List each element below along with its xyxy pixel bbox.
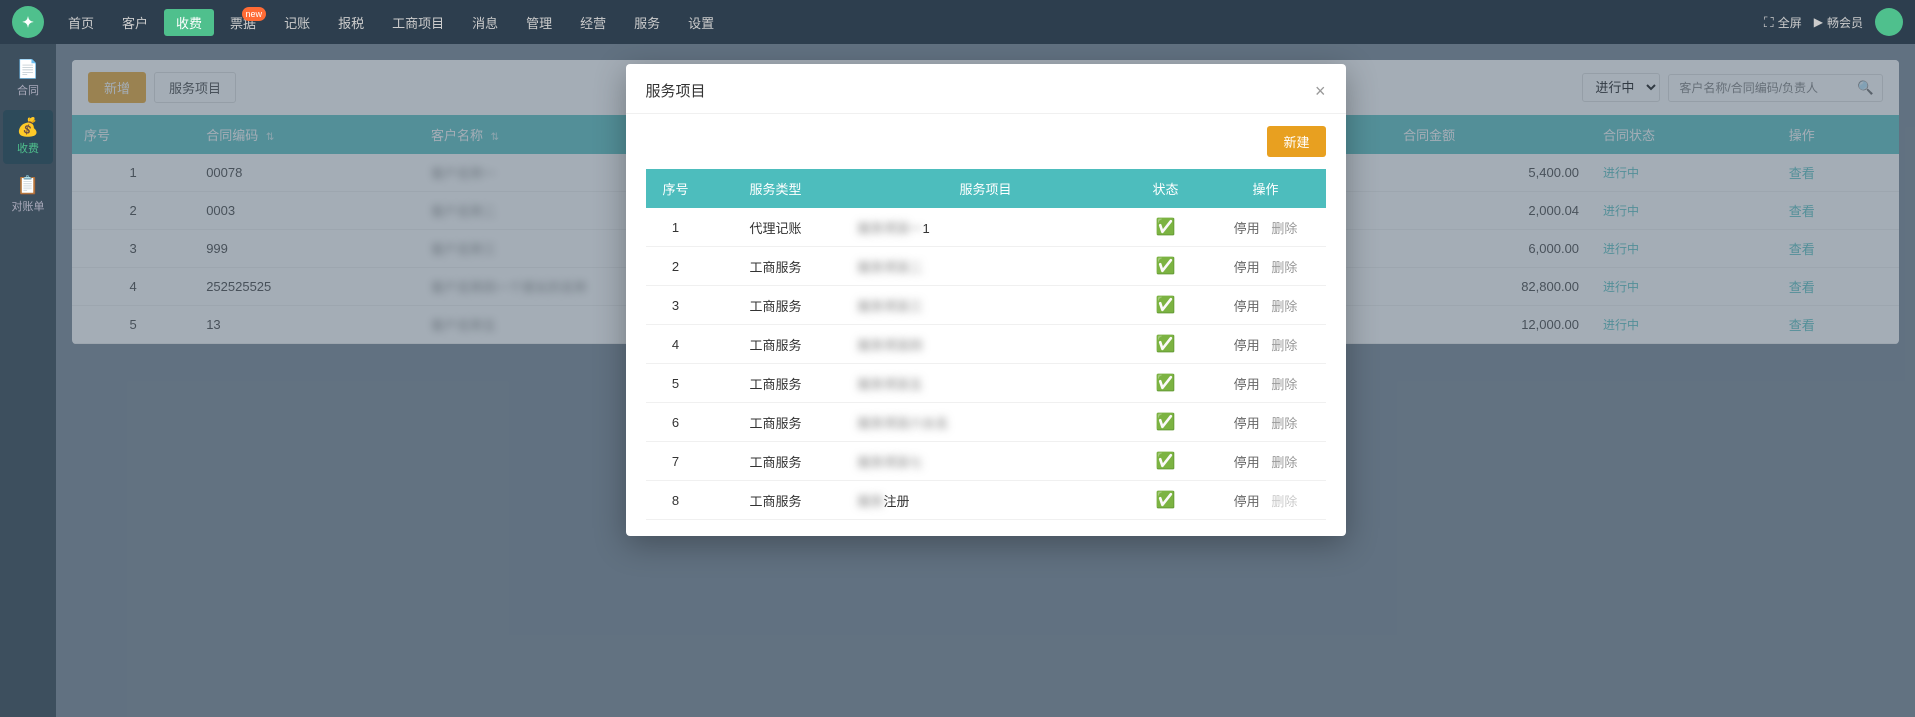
status-check-icon: ✅: [1156, 297, 1176, 314]
modal-close-button[interactable]: ×: [1315, 82, 1326, 100]
list-icon: 📋: [17, 176, 39, 194]
modal-table-row: 3 工商服务 服务项目三 ✅ 停用 删除: [646, 286, 1326, 325]
user-avatar[interactable]: [1875, 8, 1903, 36]
modal-col-status: 状态: [1126, 169, 1206, 208]
main-layout: 📄 合同 💰 收费 📋 对账单 新增 服务项目: [0, 44, 1915, 717]
nav-item-customer[interactable]: 客户: [110, 9, 160, 36]
modal-table-row: 2 工商服务 服务项目二 ✅ 停用 删除: [646, 247, 1326, 286]
modal-overlay: 服务项目 × 新建 序号 服务类型: [56, 44, 1915, 717]
status-check-icon: ✅: [1156, 258, 1176, 275]
stop-button[interactable]: 停用: [1234, 338, 1260, 353]
nav-item-jingying[interactable]: 经营: [568, 9, 618, 36]
sidebar-item-hetong[interactable]: 📄 合同: [3, 52, 53, 106]
delete-button[interactable]: 删除: [1271, 338, 1297, 353]
stop-button[interactable]: 停用: [1234, 455, 1260, 470]
modal-table-row: 8 工商服务 服务注册 ✅ 停用 删除: [646, 481, 1326, 520]
delete-button: 删除: [1271, 494, 1297, 509]
modal-table-row: 5 工商服务 服务项目五 ✅ 停用 删除: [646, 364, 1326, 403]
modal-table-row: 6 工商服务 服务项目六长名 ✅ 停用 删除: [646, 403, 1326, 442]
nav-item-baoshui[interactable]: 报税: [326, 9, 376, 36]
modal-new-button[interactable]: 新建: [1267, 126, 1325, 157]
app-logo: ✦: [12, 6, 44, 38]
fullscreen-icon: ⛶: [1764, 14, 1774, 31]
nav-right: ⛶ 全屏 ▶ 畅会员: [1764, 8, 1903, 36]
main-content: 新增 服务项目 进行中 已完成 已终止 🔍: [56, 44, 1915, 717]
modal-title: 服务项目: [646, 80, 706, 101]
modal-table-row: 7 工商服务 服务项目七 ✅ 停用 删除: [646, 442, 1326, 481]
stop-button[interactable]: 停用: [1234, 260, 1260, 275]
nav-badge-new: new: [242, 7, 267, 21]
delete-button[interactable]: 删除: [1271, 299, 1297, 314]
money-icon: 💰: [17, 118, 39, 136]
modal-col-type: 服务类型: [706, 169, 846, 208]
modal-col-item: 服务项目: [846, 169, 1126, 208]
modal-toolbar: 新建: [626, 114, 1346, 169]
delete-button[interactable]: 删除: [1271, 416, 1297, 431]
sidebar-item-shoufei[interactable]: 💰 收费: [3, 110, 53, 164]
sidebar-item-duizhang[interactable]: 📋 对账单: [3, 168, 53, 222]
stop-button[interactable]: 停用: [1234, 494, 1260, 509]
delete-button[interactable]: 删除: [1271, 260, 1297, 275]
stop-button[interactable]: 停用: [1234, 377, 1260, 392]
nav-item-shezhi[interactable]: 设置: [676, 9, 726, 36]
modal-header: 服务项目 ×: [626, 64, 1346, 114]
fullscreen-btn[interactable]: ⛶ 全屏: [1764, 14, 1802, 31]
nav-item-gongshang[interactable]: 工商项目: [380, 9, 456, 36]
modal-table-row: 4 工商服务 服务项目四 ✅ 停用 删除: [646, 325, 1326, 364]
nav-item-jizhang[interactable]: 记账: [272, 9, 322, 36]
service-modal: 服务项目 × 新建 序号 服务类型: [626, 64, 1346, 536]
nav-item-xiaoxi[interactable]: 消息: [460, 9, 510, 36]
member-icon: ▶: [1814, 15, 1823, 29]
modal-col-seq: 序号: [646, 169, 706, 208]
sidebar: 📄 合同 💰 收费 📋 对账单: [0, 44, 56, 717]
nav-item-fuwu[interactable]: 服务: [622, 9, 672, 36]
modal-body[interactable]: 序号 服务类型 服务项目 状态 操作 1 代理记账: [626, 169, 1346, 536]
delete-button[interactable]: 删除: [1271, 455, 1297, 470]
nav-item-piao[interactable]: 票据 new: [218, 9, 268, 36]
nav-item-home[interactable]: 首页: [56, 9, 106, 36]
app-root: ✦ 首页 客户 收费 票据 new 记账 报税 工商项目 消息 管理 经营 服务…: [0, 0, 1915, 717]
modal-table-header: 序号 服务类型 服务项目 状态 操作: [646, 169, 1326, 208]
document-icon: 📄: [17, 60, 39, 78]
status-check-icon: ✅: [1156, 492, 1176, 509]
modal-col-action: 操作: [1206, 169, 1326, 208]
service-table: 序号 服务类型 服务项目 状态 操作 1 代理记账: [646, 169, 1326, 520]
status-check-icon: ✅: [1156, 414, 1176, 431]
stop-button[interactable]: 停用: [1234, 221, 1260, 236]
status-check-icon: ✅: [1156, 219, 1176, 236]
stop-button[interactable]: 停用: [1234, 416, 1260, 431]
nav-item-shoufei[interactable]: 收费: [164, 9, 214, 36]
status-check-icon: ✅: [1156, 336, 1176, 353]
status-check-icon: ✅: [1156, 375, 1176, 392]
delete-button[interactable]: 删除: [1271, 221, 1297, 236]
stop-button[interactable]: 停用: [1234, 299, 1260, 314]
nav-item-guanli[interactable]: 管理: [514, 9, 564, 36]
member-btn[interactable]: ▶ 畅会员: [1814, 14, 1863, 31]
modal-table-body: 1 代理记账 服务项目一1 ✅ 停用 删除: [646, 208, 1326, 520]
top-nav: ✦ 首页 客户 收费 票据 new 记账 报税 工商项目 消息 管理 经营 服务…: [0, 0, 1915, 44]
modal-table-row: 1 代理记账 服务项目一1 ✅ 停用 删除: [646, 208, 1326, 247]
status-check-icon: ✅: [1156, 453, 1176, 470]
delete-button[interactable]: 删除: [1271, 377, 1297, 392]
